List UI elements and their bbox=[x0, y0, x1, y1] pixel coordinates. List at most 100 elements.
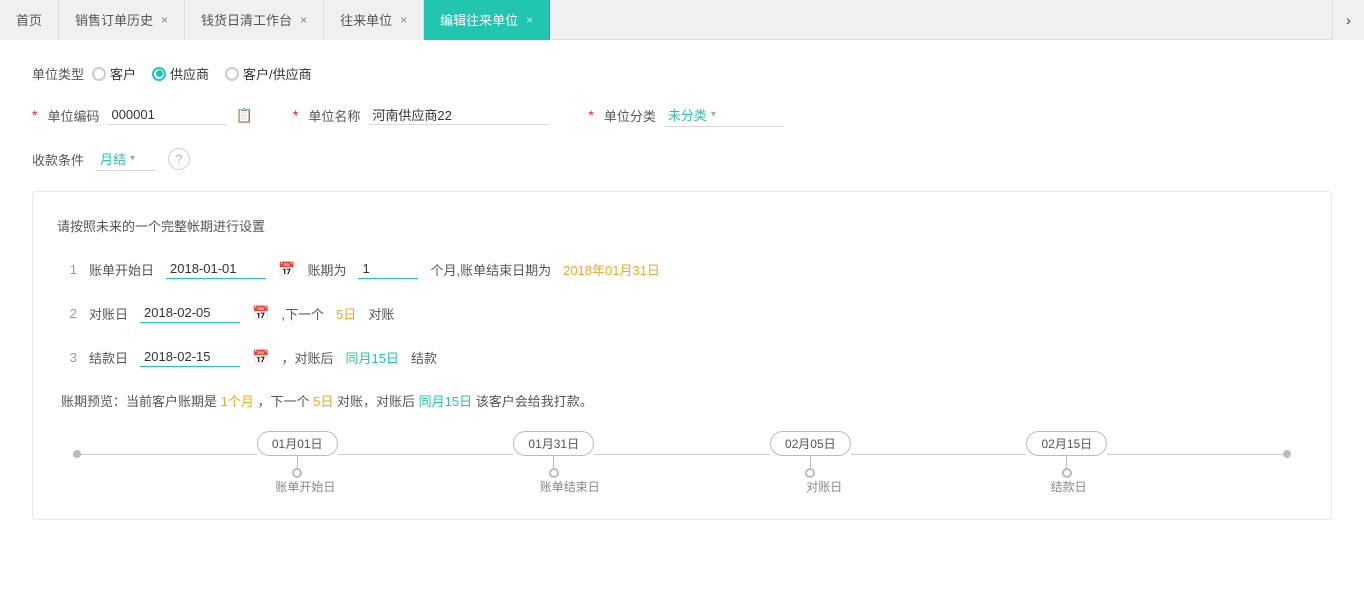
period-setting-box: 请按照未来的一个完整帐期进行设置 1 账单开始日 📅 账期为 个月,账单结束日期… bbox=[32, 191, 1332, 520]
radio-supplier-circle bbox=[152, 67, 166, 81]
unit-code-label: 单位编码 bbox=[47, 106, 99, 125]
tab-partner[interactable]: 往来单位 × bbox=[324, 0, 424, 40]
help-icon[interactable]: ? bbox=[168, 148, 190, 170]
unit-name-label: 单位名称 bbox=[308, 106, 360, 125]
payment-date-input[interactable] bbox=[140, 347, 240, 367]
timeline-point-2: 01月31日 bbox=[513, 431, 594, 478]
period-row-2: 2 对账日 📅 ,下一个 5日 对账 bbox=[57, 303, 1307, 323]
radio-both[interactable]: 客户/供应商 bbox=[225, 64, 312, 83]
timeline-circle-3 bbox=[805, 468, 815, 478]
tab-edit-partner-close[interactable]: × bbox=[526, 13, 533, 27]
timeline-label-3: 对账日 bbox=[794, 478, 854, 495]
timeline-labels-row: 账单开始日 账单结束日 对账日 结款日 bbox=[73, 478, 1291, 495]
unit-code-star: * bbox=[32, 107, 37, 123]
timeline-seg-2 bbox=[338, 454, 514, 455]
timeline-point-4: 02月15日 bbox=[1026, 431, 1107, 478]
preview-prefix: 账期预览：当前客户账期是 bbox=[61, 394, 217, 409]
radio-both-circle bbox=[225, 67, 239, 81]
radio-supplier[interactable]: 供应商 bbox=[152, 64, 209, 83]
unit-cat-value: 未分类 bbox=[668, 105, 707, 124]
payment-chevron-icon: ▾ bbox=[130, 153, 135, 164]
timeline-vline-1 bbox=[297, 456, 298, 468]
timeline-sublabel-3: 对账日 bbox=[806, 478, 842, 495]
period-num-2: 2 bbox=[57, 306, 77, 321]
tab-sales-label: 销售订单历史 bbox=[75, 10, 153, 29]
reconcile-date-input[interactable] bbox=[140, 303, 240, 323]
payment-condition-dropdown[interactable]: 月结 ▾ bbox=[96, 147, 156, 171]
start-date-calendar-icon[interactable]: 📅 bbox=[278, 261, 295, 278]
period-label-payment: 结款日 bbox=[89, 348, 128, 367]
copy-icon[interactable]: 📋 bbox=[235, 107, 252, 124]
payment-day-highlight: 同月15日 bbox=[345, 348, 398, 367]
unit-name-input[interactable] bbox=[368, 105, 548, 125]
unit-code-input[interactable] bbox=[107, 105, 227, 125]
period-row-3: 3 结款日 📅 ，对账后 同月15日 结款 bbox=[57, 347, 1307, 367]
tabs-expand-button[interactable]: › bbox=[1332, 0, 1364, 40]
period-for-label: 账期为 bbox=[307, 260, 346, 279]
tab-cash-close[interactable]: × bbox=[300, 13, 307, 27]
unit-fields-row: * 单位编码 📋 * 单位名称 * 单位分类 未分类 ▾ bbox=[32, 103, 1332, 127]
tab-cash-label: 钱货日清工作台 bbox=[201, 10, 292, 29]
reconcile-day-highlight: 5日 bbox=[336, 304, 356, 323]
preview-part3: 同月15日 bbox=[419, 394, 472, 409]
timeline-vline-3 bbox=[810, 456, 811, 468]
payment-condition-label: 收款条件 bbox=[32, 150, 84, 169]
chevron-right-icon: › bbox=[1346, 12, 1351, 28]
payment-condition-row: 收款条件 月结 ▾ ? bbox=[32, 147, 1332, 171]
tab-home-label: 首页 bbox=[16, 10, 42, 29]
preview-mid2: 对账，对账后 bbox=[337, 394, 415, 409]
timeline-circle-1 bbox=[292, 468, 302, 478]
tab-sales-order-history[interactable]: 销售订单历史 × bbox=[59, 0, 185, 40]
tab-partner-label: 往来单位 bbox=[340, 10, 392, 29]
preview-part1: 1个月 bbox=[221, 394, 254, 409]
unit-type-radio-group: 客户 供应商 客户/供应商 bbox=[92, 64, 312, 83]
unit-name-field: * 单位名称 bbox=[293, 105, 548, 125]
preview-text: 账期预览：当前客户账期是 1个月 ，下一个 5日 对账，对账后 同月15日 该客… bbox=[57, 391, 1307, 410]
radio-customer[interactable]: 客户 bbox=[92, 64, 136, 83]
timeline-sublabel-4: 结款日 bbox=[1051, 478, 1087, 495]
timeline-date-2: 01月31日 bbox=[513, 431, 594, 456]
timeline-sublabel-2: 账单结束日 bbox=[540, 478, 600, 495]
timeline-date-4: 02月15日 bbox=[1026, 431, 1107, 456]
tab-cash-work[interactable]: 钱货日清工作台 × bbox=[185, 0, 324, 40]
period-box-title: 请按照未来的一个完整帐期进行设置 bbox=[57, 216, 1307, 235]
chevron-down-icon: ▾ bbox=[711, 109, 716, 120]
preview-mid1: ，下一个 bbox=[258, 394, 310, 409]
preview-suffix: 该客户会给我打款。 bbox=[476, 394, 593, 409]
start-date-input[interactable] bbox=[166, 259, 266, 279]
tabs-bar: 首页 销售订单历史 × 钱货日清工作台 × 往来单位 × 编辑往来单位 × › bbox=[0, 0, 1364, 40]
timeline-vline-2 bbox=[553, 456, 554, 468]
timeline-date-1: 01月01日 bbox=[257, 431, 338, 456]
timeline-circle-2 bbox=[549, 468, 559, 478]
radio-supplier-label: 供应商 bbox=[170, 64, 209, 83]
period-num-3: 3 bbox=[57, 350, 77, 365]
period-months-input[interactable] bbox=[358, 259, 418, 279]
period-label-start: 账单开始日 bbox=[89, 260, 154, 279]
unit-code-field: * 单位编码 📋 bbox=[32, 105, 253, 125]
unit-name-star: * bbox=[293, 107, 298, 123]
period-row-1: 1 账单开始日 📅 账期为 个月,账单结束日期为 2018年01月31日 bbox=[57, 259, 1307, 279]
period-month-unit: 个月,账单结束日期为 bbox=[430, 260, 551, 279]
timeline-line-row: 01月01日 01月31日 02月05日 bbox=[73, 434, 1291, 474]
tab-edit-partner[interactable]: 编辑往来单位 × bbox=[424, 0, 550, 40]
unit-cat-label: 单位分类 bbox=[604, 106, 656, 125]
reconcile-desc-suffix: 对账 bbox=[368, 304, 394, 323]
payment-desc-prefix: ，对账后 bbox=[281, 348, 333, 367]
unit-type-row: 单位类型 客户 供应商 客户/供应商 bbox=[32, 64, 1332, 83]
payment-date-calendar-icon[interactable]: 📅 bbox=[252, 349, 269, 366]
radio-customer-label: 客户 bbox=[110, 64, 136, 83]
timeline-circle-4 bbox=[1062, 468, 1072, 478]
reconcile-desc-prefix: ,下一个 bbox=[281, 304, 324, 323]
radio-both-label: 客户/供应商 bbox=[243, 64, 312, 83]
tab-partner-close[interactable]: × bbox=[400, 13, 407, 27]
timeline-sublabel-1: 账单开始日 bbox=[275, 478, 335, 495]
tab-sales-close[interactable]: × bbox=[161, 13, 168, 27]
content-area: 单位类型 客户 供应商 客户/供应商 * 单位编码 📋 * 单位名称 bbox=[0, 40, 1364, 608]
reconcile-date-calendar-icon[interactable]: 📅 bbox=[252, 305, 269, 322]
timeline-point-3: 02月05日 bbox=[770, 431, 851, 478]
timeline-label-2: 账单结束日 bbox=[530, 478, 610, 495]
unit-category-dropdown[interactable]: 未分类 ▾ bbox=[664, 103, 784, 127]
tab-home[interactable]: 首页 bbox=[0, 0, 59, 40]
payment-desc-suffix: 结款 bbox=[411, 348, 437, 367]
payment-condition-value: 月结 bbox=[100, 149, 126, 168]
